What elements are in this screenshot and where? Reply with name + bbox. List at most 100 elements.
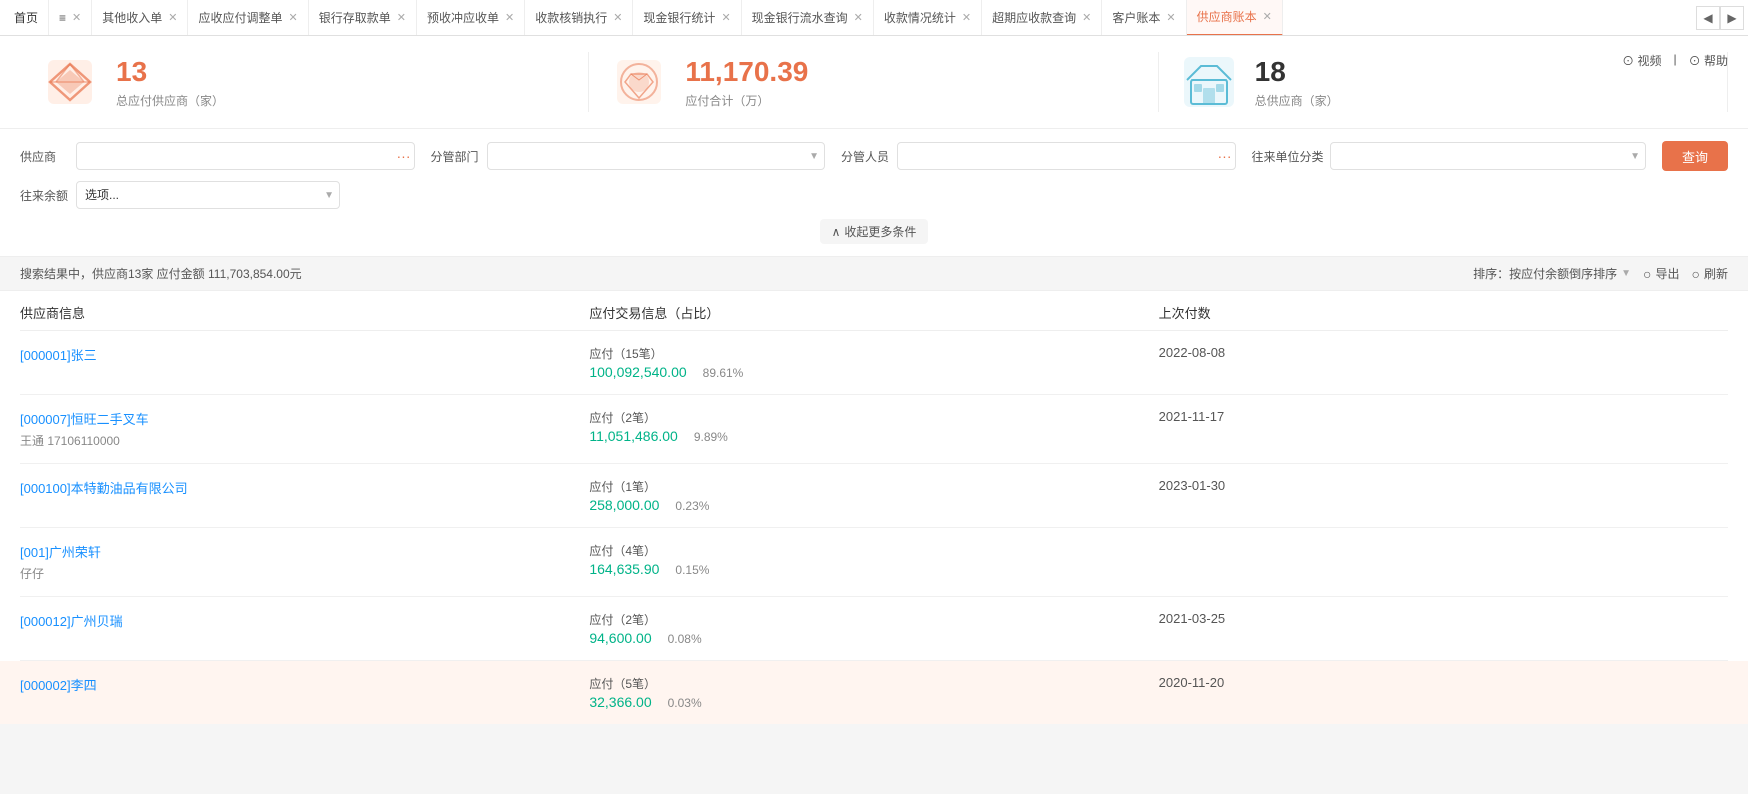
supplier-input[interactable] <box>76 142 415 170</box>
tx-pct: 0.23% <box>675 499 709 513</box>
tx-label: 应付（15笔） <box>589 345 1158 362</box>
nav-tab-label-cash-bank-flow: 现金银行流水查询 <box>752 9 848 26</box>
table-row: [000002]李四 应付（5笔） 32,366.00 0.03% 2020-1… <box>0 661 1748 724</box>
refresh-label: 刷新 <box>1704 265 1728 282</box>
supplier-info-cell: [000012]广州贝瑞 <box>20 611 589 630</box>
separator: | <box>1674 52 1677 69</box>
tx-label: 应付（1笔） <box>589 478 1158 495</box>
video-link[interactable]: ⊙ 视频 <box>1622 52 1661 69</box>
nav-tab-ap-adjustment[interactable]: 应收应付调整单✕ <box>188 0 308 36</box>
nav-tab-close-bank-deposit[interactable]: ✕ <box>397 11 406 24</box>
supplier-link[interactable]: [000012]广州贝瑞 <box>20 614 123 629</box>
supplier-link[interactable]: [000007]恒旺二手叉车 <box>20 412 149 427</box>
tx-amount[interactable]: 11,051,486.00 <box>589 428 678 444</box>
collapse-button[interactable]: ∧ 收起更多条件 <box>820 219 929 244</box>
supplier-ellipsis-btn[interactable]: ··· <box>397 148 411 164</box>
tx-label: 应付（4笔） <box>589 542 1158 559</box>
refresh-button[interactable]: ○ 刷新 <box>1692 265 1728 282</box>
export-button[interactable]: ○ 导出 <box>1643 265 1679 282</box>
tx-label: 应付（2笔） <box>589 409 1158 426</box>
balance-select[interactable]: 选项... <box>76 181 340 209</box>
table-row: [000001]张三 应付（15笔） 100,092,540.00 89.61%… <box>20 331 1728 395</box>
supplier-sub-info: 仔仔 <box>20 565 589 582</box>
table-row: [000012]广州贝瑞 应付（2笔） 94,600.00 0.08% 2021… <box>20 597 1728 661</box>
tx-info-cell: 应付（1笔） 258,000.00 0.23% <box>589 478 1158 513</box>
tx-amount-row: 258,000.00 0.23% <box>589 495 1158 513</box>
nav-tab-label-prepay-reconcile: 预收冲应收单 <box>427 9 499 26</box>
filter-dept-select-wrap: ▼ <box>487 142 826 170</box>
table-body: [000001]张三 应付（15笔） 100,092,540.00 89.61%… <box>20 331 1728 724</box>
nav-tab-home[interactable]: 首页 <box>4 0 49 36</box>
supplier-link[interactable]: [000100]本特勤油品有限公司 <box>20 481 188 496</box>
nav-arrows: ◀ ▶ <box>1696 6 1744 30</box>
nav-tab-close-cash-bank-flow[interactable]: ✕ <box>854 11 863 24</box>
nav-tab-overdue-query[interactable]: 超期应收款查询✕ <box>982 0 1102 36</box>
query-button[interactable]: 查询 <box>1662 141 1728 171</box>
supplier-link[interactable]: [000002]李四 <box>20 678 97 693</box>
summary-total-payable-amount: 11,170.39 应付合计（万） <box>589 52 1158 112</box>
supplier-info-cell: [000001]张三 <box>20 345 589 364</box>
result-summary: 搜索结果中，供应商13家 应付金额 111,703,854.00元 <box>20 265 1473 282</box>
nav-tab-prepay-reconcile[interactable]: 预收冲应收单 ✕ <box>417 0 525 36</box>
summary-top-links: ⊙ 视频 | ⊙ 帮助 <box>1622 52 1728 69</box>
tx-amount[interactable]: 258,000.00 <box>589 497 659 513</box>
nav-tab-close-prepay-reconcile[interactable]: ✕ <box>505 11 514 24</box>
nav-tab-close-customer-acct[interactable]: ✕ <box>1166 11 1175 24</box>
filter-supplier-input-wrap: ··· <box>76 142 415 170</box>
nav-tab-close-collect-stat[interactable]: ✕ <box>962 11 971 24</box>
filter-row-2: 往来余额 选项... ▼ <box>20 181 1728 209</box>
tx-label: 应付（2笔） <box>589 611 1158 628</box>
nav-tab-close-supplier-acct[interactable]: ✕ <box>1263 10 1272 23</box>
sort-info: 排序：按应付余额倒序排序 ▼ ○ 导出 ○ 刷新 <box>1473 265 1728 282</box>
dept-select[interactable] <box>487 142 826 170</box>
filter-balance-select-wrap: 选项... ▼ <box>76 181 340 209</box>
nav-tab-close-collect-verify[interactable]: ✕ <box>613 11 622 24</box>
store-icon <box>1179 52 1239 112</box>
sort-select[interactable]: 排序：按应付余额倒序排序 ▼ <box>1473 265 1631 282</box>
nav-tab-collect-stat[interactable]: 收款情况统计 ✕ <box>874 0 982 36</box>
nav-arrow-right[interactable]: ▶ <box>1720 6 1744 30</box>
nav-arrow-left[interactable]: ◀ <box>1696 6 1720 30</box>
help-link[interactable]: ⊙ 帮助 <box>1689 52 1728 69</box>
nav-tab-close-other-income[interactable]: ✕ <box>168 11 177 24</box>
nav-tab-customer-acct[interactable]: 客户账本✕ <box>1102 0 1186 36</box>
nav-tab-close-overdue-query[interactable]: ✕ <box>1082 11 1091 24</box>
tx-amount[interactable]: 32,366.00 <box>589 694 651 710</box>
nav-tab-cash-bank-stat[interactable]: 现金银行统计✕ <box>633 0 741 36</box>
nav-tab-collect-verify[interactable]: 收款核销执行✕ <box>525 0 633 36</box>
header-supplier-info: 供应商信息 <box>20 303 589 322</box>
nav-tab-close-cash-bank-stat[interactable]: ✕ <box>721 11 730 24</box>
tx-pct: 9.89% <box>694 430 728 444</box>
table-row: [000007]恒旺二手叉车 王通 17106110000 应付（2笔） 11,… <box>20 395 1728 464</box>
manager-ellipsis-btn[interactable]: ··· <box>1218 148 1232 164</box>
nav-tab-other-income[interactable]: 其他收入单 ✕ <box>92 0 188 36</box>
manager-input[interactable] <box>897 142 1236 170</box>
nav-tab-bank-deposit[interactable]: 银行存取款单✕ <box>309 0 417 36</box>
tx-amount[interactable]: 164,635.90 <box>589 561 659 577</box>
filter-supplier: 供应商 ··· <box>20 142 415 170</box>
supplier-link[interactable]: [000001]张三 <box>20 348 97 363</box>
sort-label: 排序：按应付余额倒序排序 <box>1473 265 1617 282</box>
tx-pct: 0.03% <box>668 696 702 710</box>
nav-tab-supplier-acct[interactable]: 供应商账本✕ <box>1187 0 1283 36</box>
nav-tab-label-other-income: 其他收入单 <box>102 9 162 26</box>
nav-tab-close-tab3[interactable]: ✕ <box>72 11 81 24</box>
nav-tab-label-collect-stat: 收款情况统计 <box>884 9 956 26</box>
filter-manager-label: 分管人员 <box>841 148 891 165</box>
diamond-icon <box>40 52 100 112</box>
tx-pct: 89.61% <box>703 366 744 380</box>
supplier-link[interactable]: [001]广州荣轩 <box>20 545 101 560</box>
tx-amount[interactable]: 94,600.00 <box>589 630 651 646</box>
supplier-info-cell: [000002]李四 <box>20 675 589 694</box>
unit-category-select[interactable] <box>1330 142 1646 170</box>
tx-amount-row: 100,092,540.00 89.61% <box>589 362 1158 380</box>
nav-tab-cash-bank-flow[interactable]: 现金银行流水查询 ✕ <box>742 0 874 36</box>
tx-info-cell: 应付（2笔） 94,600.00 0.08% <box>589 611 1158 646</box>
tx-amount[interactable]: 100,092,540.00 <box>589 364 686 380</box>
nav-tab-close-ap-adjustment[interactable]: ✕ <box>289 11 298 24</box>
supplier-sub-info: 王通 17106110000 <box>20 432 589 449</box>
export-label: 导出 <box>1656 265 1680 282</box>
table-row: [000100]本特勤油品有限公司 应付（1笔） 258,000.00 0.23… <box>20 464 1728 528</box>
nav-tab-tab3[interactable]: ≡✕ <box>49 0 92 36</box>
tx-pct: 0.08% <box>668 632 702 646</box>
